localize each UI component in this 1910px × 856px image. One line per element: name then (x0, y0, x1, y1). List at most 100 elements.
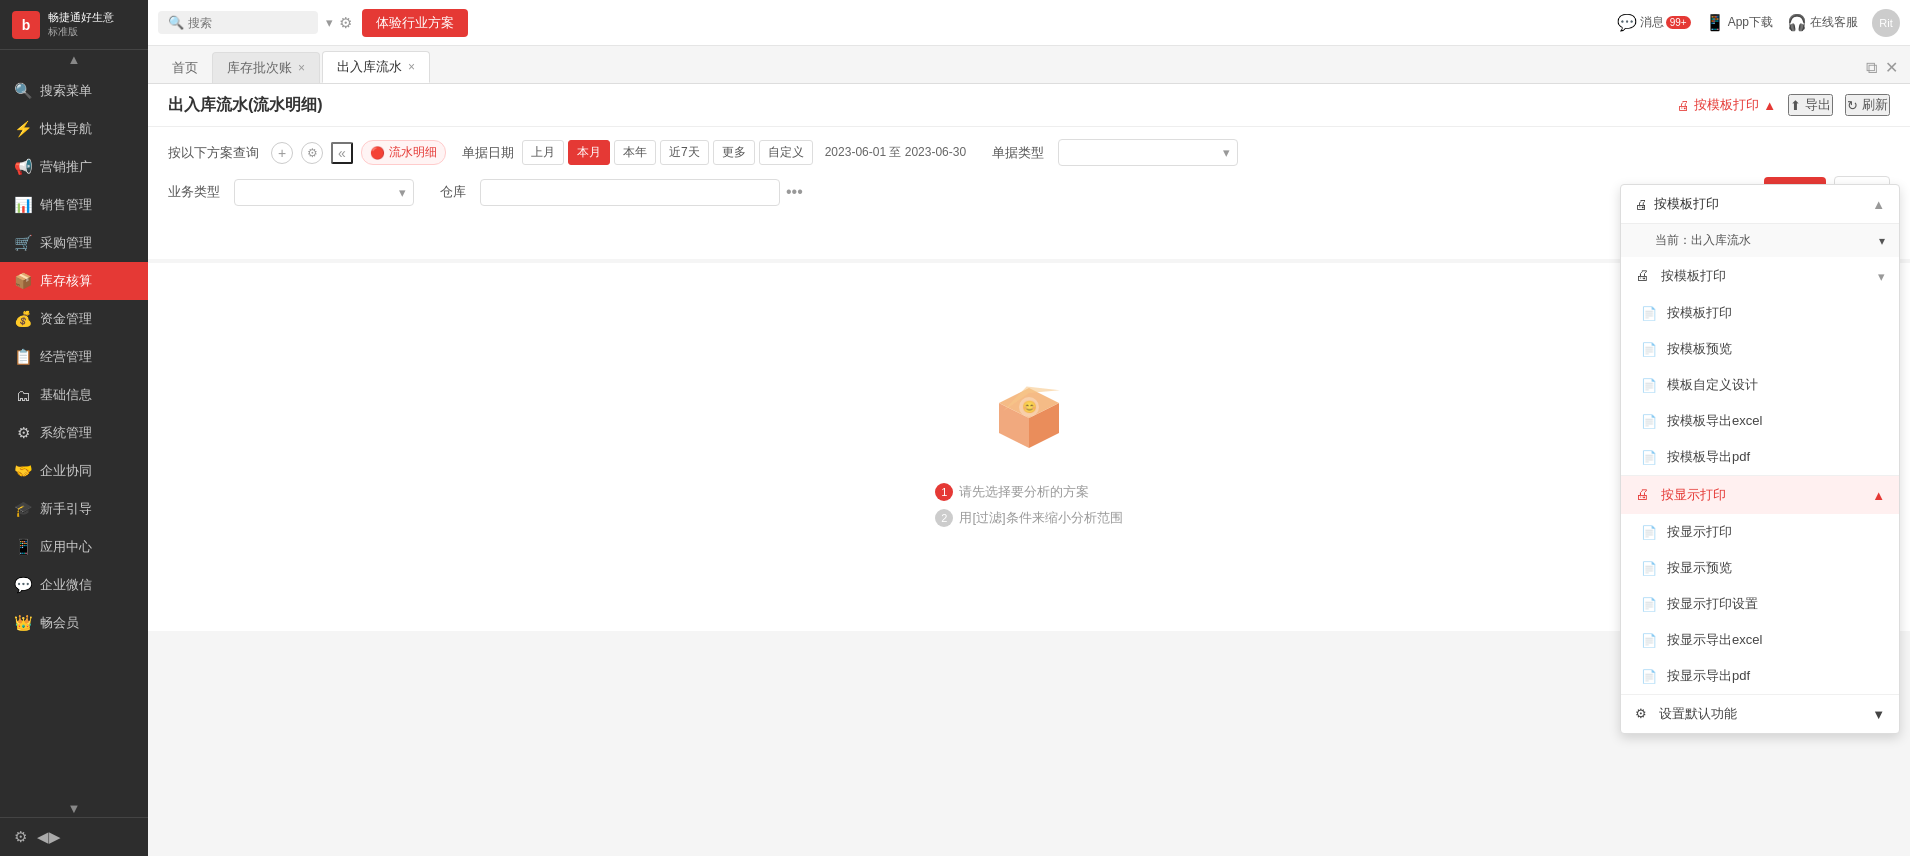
sidebar-icon-marketing: 📢 (14, 158, 32, 176)
dropdown-item-template-export-pdf[interactable]: 📄 按模板导出pdf (1621, 439, 1899, 475)
filter-tag-icon: 🔴 (370, 146, 385, 160)
print-dropdown-current-arrow[interactable]: ▾ (1879, 234, 1885, 248)
sidebar-item-search[interactable]: 🔍 搜索菜单 (0, 72, 148, 110)
filter-biz-type-group: ▾ (234, 179, 414, 206)
dropdown-item-template-export-excel[interactable]: 📄 按模板导出excel (1621, 403, 1899, 439)
filter-warehouse-input[interactable] (480, 179, 780, 206)
template-print-header-icon: 🖨 (1635, 267, 1649, 283)
sidebar-scroll-down[interactable]: ▼ (0, 799, 148, 817)
sidebar-icon-finance: 💰 (14, 310, 32, 328)
dropdown-item-label-template-print: 按模板打印 (1667, 304, 1732, 322)
date-btn-1[interactable]: 本月 (568, 140, 610, 165)
sidebar-item-system[interactable]: ⚙ 系统管理 (0, 414, 148, 452)
print-dropdown-footer[interactable]: ⚙ 设置默认功能 ▼ (1621, 695, 1899, 733)
date-btn-3[interactable]: 近7天 (660, 140, 709, 165)
filter-add-button[interactable]: + (271, 142, 293, 164)
message-icon: 💬 (1617, 13, 1637, 32)
avatar[interactable]: Rit (1872, 9, 1900, 37)
sidebar-item-inventory[interactable]: 📦 库存核算 (0, 262, 148, 300)
sidebar-item-sales[interactable]: 📊 销售管理 (0, 186, 148, 224)
dropdown-item-icon-template-custom: 📄 (1641, 378, 1657, 393)
sidebar-item-operations[interactable]: 📋 经营管理 (0, 338, 148, 376)
date-btn-2[interactable]: 本年 (614, 140, 656, 165)
empty-state-icon: 😊 (979, 363, 1079, 463)
filter-warehouse-more-icon[interactable]: ••• (786, 183, 803, 201)
dropdown-item-label-display-print: 按显示打印 (1667, 523, 1732, 541)
sidebar-label-app-center: 应用中心 (40, 538, 92, 556)
sidebar-item-enterprise-wechat[interactable]: 💬 企业微信 (0, 566, 148, 604)
dropdown-item-icon-template-preview: 📄 (1641, 342, 1657, 357)
sidebar-icon-quick-nav: ⚡ (14, 120, 32, 138)
svg-text:😊: 😊 (1022, 399, 1037, 414)
sidebar-item-purchase[interactable]: 🛒 采购管理 (0, 224, 148, 262)
tab-close-inventory-batch[interactable]: × (298, 61, 305, 75)
filter-collapse-btn[interactable]: « (331, 142, 353, 164)
filter-doc-type-select[interactable] (1058, 139, 1238, 166)
app-download-button[interactable]: 📱 App下载 (1705, 13, 1773, 32)
trial-button[interactable]: 体验行业方案 (362, 9, 468, 37)
export-button[interactable]: ⬆ 导出 (1788, 94, 1833, 116)
tabs-restore-icon[interactable]: ⧉ (1864, 57, 1879, 79)
sidebar-label-quick-nav: 快捷导航 (40, 120, 92, 138)
sidebar-item-member[interactable]: 👑 畅会员 (0, 604, 148, 642)
date-btn-0[interactable]: 上月 (522, 140, 564, 165)
display-section-arrow-icon: ▲ (1872, 488, 1885, 503)
dropdown-item-display-preview[interactable]: 📄 按显示预览 (1621, 550, 1899, 586)
filter-setting-btn[interactable]: ⚙ (301, 142, 323, 164)
sidebar-label-search: 搜索菜单 (40, 82, 92, 100)
print-dropdown-current: 当前：出入库流水 ▾ (1621, 224, 1899, 257)
tab-inventory-batch[interactable]: 库存批次账 × (212, 52, 320, 83)
search-input[interactable] (188, 16, 288, 30)
tabs-close-all-icon[interactable]: ✕ (1883, 56, 1900, 79)
template-print-items: 📄 按模板打印 📄 按模板预览 📄 模板自定义设计 📄 按模板导出excel 📄… (1621, 295, 1899, 475)
tab-close-flow[interactable]: × (408, 60, 415, 74)
app-version: 标准版 (48, 25, 114, 39)
settings-icon[interactable]: ⚙ (14, 828, 27, 846)
tab-label-flow: 出入库流水 (337, 58, 402, 76)
sidebar-scroll-up[interactable]: ▲ (0, 50, 148, 68)
dropdown-item-label-template-export-excel: 按模板导出excel (1667, 412, 1762, 430)
print-dropdown-header: 🖨 按模板打印 ▲ (1621, 185, 1899, 224)
empty-step-1: 1 请先选择要分析的方案 (935, 479, 1122, 505)
template-print-header[interactable]: 🖨 按模板打印 ▾ (1621, 257, 1899, 295)
date-btn-5[interactable]: 自定义 (759, 140, 813, 165)
online-service-button[interactable]: 🎧 在线客服 (1787, 13, 1858, 32)
filter-biz-type-select[interactable] (234, 179, 414, 206)
dropdown-item-display-export-pdf[interactable]: 📄 按显示导出pdf (1621, 658, 1899, 694)
date-btn-4[interactable]: 更多 (713, 140, 755, 165)
tab-flow[interactable]: 出入库流水 × (322, 51, 430, 83)
tabs-bar: 首页 库存批次账 × 出入库流水 × ⧉ ✕ (148, 46, 1910, 84)
messages-button[interactable]: 💬 消息 99+ (1617, 13, 1691, 32)
print-icon: 🖨 (1677, 98, 1690, 113)
dropdown-item-template-custom[interactable]: 📄 模板自定义设计 (1621, 367, 1899, 403)
print-dropdown-title: 按模板打印 (1654, 195, 1719, 213)
sidebar-item-enterprise[interactable]: 🤝 企业协同 (0, 452, 148, 490)
refresh-button[interactable]: ↻ 刷新 (1845, 94, 1890, 116)
print-button[interactable]: 🖨 按模板打印 ▲ (1677, 96, 1776, 114)
sidebar-item-finance[interactable]: 💰 资金管理 (0, 300, 148, 338)
dropdown-item-display-print[interactable]: 📄 按显示打印 (1621, 514, 1899, 550)
filter-date-group: 上月本月本年近7天更多自定义 (522, 140, 813, 165)
header-dropdown-icon[interactable]: ▾ (326, 15, 333, 30)
header-gear-icon[interactable]: ⚙ (339, 14, 352, 32)
sidebar-item-app-center[interactable]: 📱 应用中心 (0, 528, 148, 566)
dropdown-item-display-print-settings[interactable]: 📄 按显示打印设置 (1621, 586, 1899, 622)
sidebar-item-newbie[interactable]: 🎓 新手引导 (0, 490, 148, 528)
export-icon: ⬆ (1790, 98, 1801, 113)
logo-icon: b (12, 11, 40, 39)
display-print-header[interactable]: 🖨 按显示打印 ▲ (1621, 476, 1899, 514)
page-title: 出入库流水(流水明细) (168, 95, 323, 126)
dropdown-item-icon-template-export-pdf: 📄 (1641, 450, 1657, 465)
print-arrow-up-icon: ▲ (1763, 98, 1776, 113)
sidebar-label-finance: 资金管理 (40, 310, 92, 328)
tab-home[interactable]: 首页 (158, 53, 212, 83)
sidebar-item-basic[interactable]: 🗂 基础信息 (0, 376, 148, 414)
dropdown-item-template-preview[interactable]: 📄 按模板预览 (1621, 331, 1899, 367)
print-dropdown-arrow-icon[interactable]: ▲ (1872, 197, 1885, 212)
dropdown-item-template-print[interactable]: 📄 按模板打印 (1621, 295, 1899, 331)
dropdown-item-label-display-export-excel: 按显示导出excel (1667, 631, 1762, 649)
sidebar-item-quick-nav[interactable]: ⚡ 快捷导航 (0, 110, 148, 148)
collapse-icon[interactable]: ◀▶ (37, 828, 61, 846)
sidebar-item-marketing[interactable]: 📢 营销推广 (0, 148, 148, 186)
dropdown-item-display-export-excel[interactable]: 📄 按显示导出excel (1621, 622, 1899, 658)
